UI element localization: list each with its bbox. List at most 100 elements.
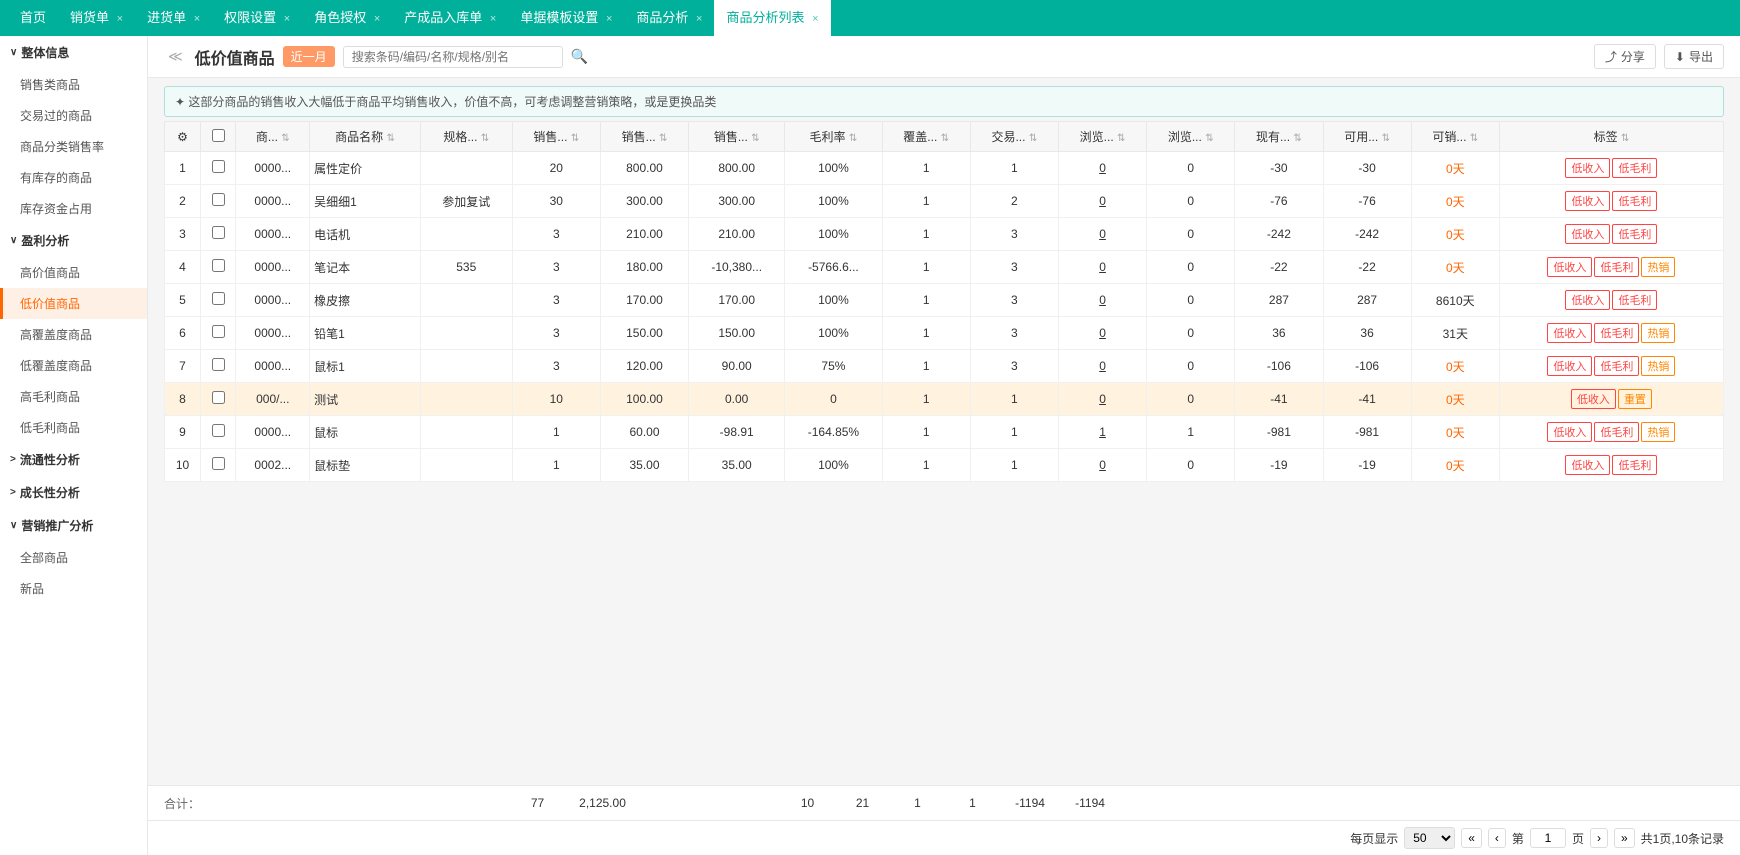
close-icon[interactable]: × (696, 13, 702, 25)
sidebar-item-all-goods[interactable]: 全部商品 (0, 542, 147, 573)
nav-permission-settings[interactable]: 权限设置 × (212, 0, 302, 36)
nav-sales-order[interactable]: 销货单 × (58, 0, 135, 36)
close-icon[interactable]: × (812, 13, 818, 25)
row-checkbox[interactable] (212, 259, 225, 272)
cell-name[interactable]: 笔记本 (310, 251, 421, 284)
th-saleable[interactable]: 可销... ⇅ (1411, 122, 1499, 152)
table-container[interactable]: ⚙ 商... ⇅ 商品名称 ⇅ 规格... ⇅ 销售... ⇅ 销售... ⇅ … (148, 121, 1740, 785)
row-checkbox[interactable] (212, 391, 225, 404)
select-all-checkbox[interactable] (212, 129, 225, 142)
row-checkbox[interactable] (212, 424, 225, 437)
sidebar-item-low-coverage[interactable]: 低覆盖度商品 (0, 350, 147, 381)
cell-checkbox[interactable] (201, 416, 236, 449)
sidebar-item-stock-goods[interactable]: 有库存的商品 (0, 162, 147, 193)
cell-view1[interactable]: 0 (1058, 317, 1146, 350)
close-icon[interactable]: × (117, 13, 123, 25)
th-settings[interactable]: ⚙ (165, 122, 201, 152)
view1-link[interactable]: 1 (1099, 425, 1106, 439)
sidebar-item-low-margin[interactable]: 低毛利商品 (0, 412, 147, 443)
cell-name[interactable]: 电话机 (310, 218, 421, 251)
th-sale-cost[interactable]: 销售... ⇅ (689, 122, 785, 152)
th-sale-amt[interactable]: 销售... ⇅ (600, 122, 688, 152)
row-checkbox[interactable] (212, 457, 225, 470)
page-number-input[interactable] (1530, 828, 1566, 848)
th-checkbox[interactable] (201, 122, 236, 152)
cell-checkbox[interactable] (201, 317, 236, 350)
view1-link[interactable]: 0 (1099, 359, 1106, 373)
view1-link[interactable]: 0 (1099, 194, 1106, 208)
filter-period-button[interactable]: 近一月 (283, 46, 335, 67)
view1-link[interactable]: 0 (1099, 227, 1106, 241)
sidebar-item-traded-goods[interactable]: 交易过的商品 (0, 100, 147, 131)
cell-name[interactable]: 鼠标垫 (310, 449, 421, 482)
close-icon[interactable]: × (606, 13, 612, 25)
cell-view1[interactable]: 0 (1058, 383, 1146, 416)
sidebar-item-high-margin[interactable]: 高毛利商品 (0, 381, 147, 412)
nav-product-analysis-list[interactable]: 商品分析列表 × (714, 0, 830, 36)
sidebar-group-overview[interactable]: ∨ 整体信息 (0, 36, 147, 69)
cell-view1[interactable]: 0 (1058, 350, 1146, 383)
cell-view1[interactable]: 0 (1058, 218, 1146, 251)
th-cover[interactable]: 覆盖... ⇅ (882, 122, 970, 152)
th-tags[interactable]: 标签 ⇅ (1499, 122, 1723, 152)
view1-link[interactable]: 0 (1099, 260, 1106, 274)
row-checkbox[interactable] (212, 292, 225, 305)
sidebar-item-low-value[interactable]: 低价值商品 (0, 288, 147, 319)
sidebar-group-liquidity[interactable]: > 流通性分析 (0, 443, 147, 476)
sidebar-group-marketing[interactable]: ∨ 营销推广分析 (0, 509, 147, 542)
cell-view1[interactable]: 0 (1058, 284, 1146, 317)
th-code[interactable]: 商... ⇅ (236, 122, 310, 152)
th-view1[interactable]: 浏览... ⇅ (1058, 122, 1146, 152)
share-button[interactable]: ⤴ 分享 (1594, 44, 1656, 69)
cell-checkbox[interactable] (201, 350, 236, 383)
cell-name[interactable]: 测试 (310, 383, 421, 416)
close-icon[interactable]: × (490, 13, 496, 25)
cell-checkbox[interactable] (201, 218, 236, 251)
cell-checkbox[interactable] (201, 284, 236, 317)
nav-product-inbound[interactable]: 产成品入库单 × (392, 0, 508, 36)
cell-name[interactable]: 吴细细1 (310, 185, 421, 218)
nav-purchase-order[interactable]: 进货单 × (135, 0, 212, 36)
cell-checkbox[interactable] (201, 383, 236, 416)
th-name[interactable]: 商品名称 ⇅ (310, 122, 421, 152)
first-page-button[interactable]: « (1461, 828, 1482, 848)
next-page-button[interactable]: › (1590, 828, 1608, 848)
th-qty[interactable]: 销售... ⇅ (512, 122, 600, 152)
nav-home[interactable]: 首页 (8, 0, 58, 36)
row-checkbox[interactable] (212, 226, 225, 239)
collapse-sidebar-button[interactable]: ≪ (164, 48, 187, 65)
sidebar-group-growth[interactable]: > 成长性分析 (0, 476, 147, 509)
cell-name[interactable]: 橡皮擦 (310, 284, 421, 317)
th-available[interactable]: 可用... ⇅ (1323, 122, 1411, 152)
nav-role-auth[interactable]: 角色授权 × (302, 0, 392, 36)
nav-template-settings[interactable]: 单据模板设置 × (508, 0, 624, 36)
close-icon[interactable]: × (194, 13, 200, 25)
th-current[interactable]: 现有... ⇅ (1235, 122, 1323, 152)
th-margin[interactable]: 毛利率 ⇅ (785, 122, 882, 152)
nav-product-analysis[interactable]: 商品分析 × (624, 0, 714, 36)
cell-view1[interactable]: 0 (1058, 251, 1146, 284)
cell-checkbox[interactable] (201, 152, 236, 185)
cell-view1[interactable]: 0 (1058, 185, 1146, 218)
sidebar-item-new-goods[interactable]: 新品 (0, 573, 147, 604)
cell-checkbox[interactable] (201, 251, 236, 284)
row-checkbox[interactable] (212, 193, 225, 206)
sidebar-item-category-rate[interactable]: 商品分类销售率 (0, 131, 147, 162)
view1-link[interactable]: 0 (1099, 392, 1106, 406)
prev-page-button[interactable]: ‹ (1488, 828, 1506, 848)
search-input[interactable] (343, 46, 563, 68)
th-trade[interactable]: 交易... ⇅ (970, 122, 1058, 152)
cell-name[interactable]: 属性定价 (310, 152, 421, 185)
th-spec[interactable]: 规格... ⇅ (420, 122, 512, 152)
close-icon[interactable]: × (284, 13, 290, 25)
cell-checkbox[interactable] (201, 449, 236, 482)
th-view2[interactable]: 浏览... ⇅ (1147, 122, 1235, 152)
view1-link[interactable]: 0 (1099, 161, 1106, 175)
close-icon[interactable]: × (374, 13, 380, 25)
export-button[interactable]: ⬇ 导出 (1664, 44, 1724, 69)
sidebar-item-high-value[interactable]: 高价值商品 (0, 257, 147, 288)
per-page-select[interactable]: 50 20 100 (1404, 827, 1455, 849)
sidebar-item-high-coverage[interactable]: 高覆盖度商品 (0, 319, 147, 350)
row-checkbox[interactable] (212, 160, 225, 173)
row-checkbox[interactable] (212, 358, 225, 371)
